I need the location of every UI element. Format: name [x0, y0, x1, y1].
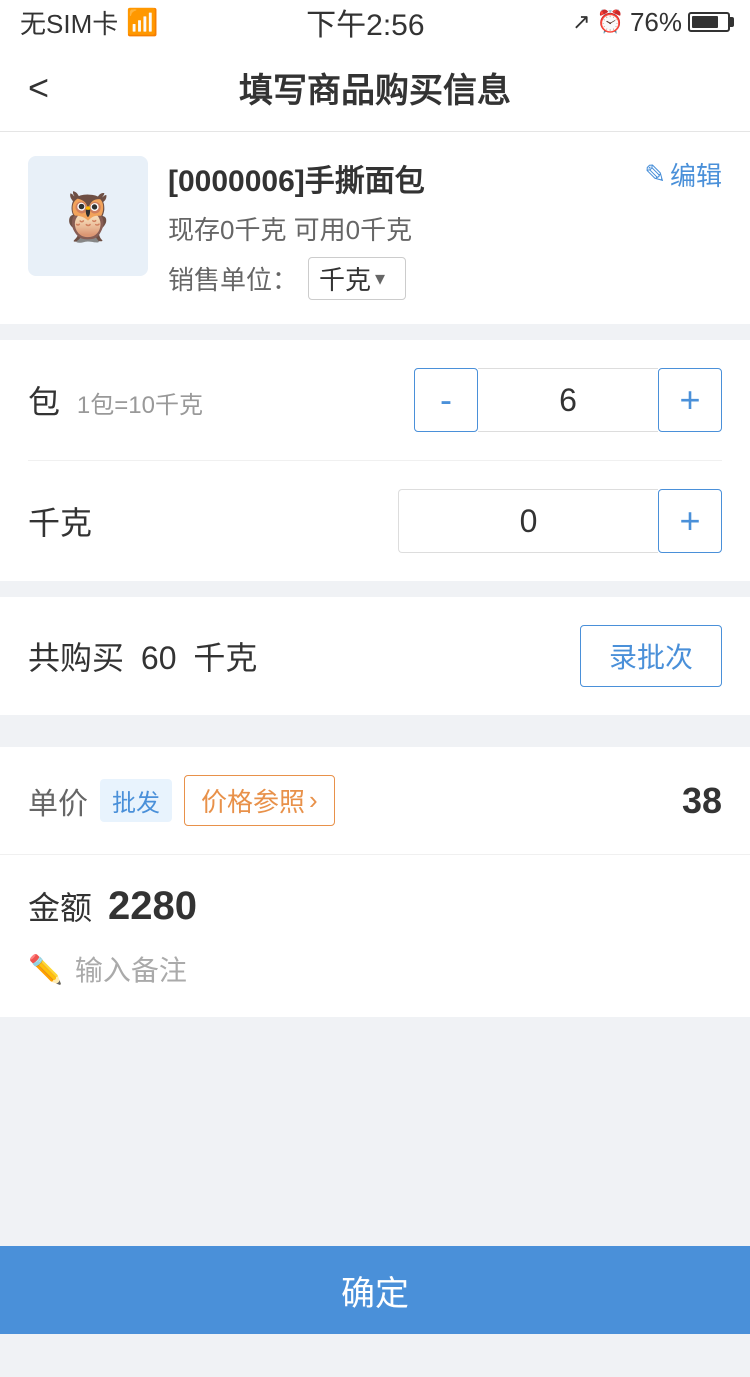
edit-button[interactable]: ✎ 编辑	[644, 156, 722, 193]
wifi-icon: 📶	[126, 7, 158, 38]
product-unit-row: 销售单位： 千克 ▾	[168, 257, 722, 300]
location-icon: ↗	[572, 9, 590, 35]
status-bar: 无SIM卡 📶 下午2:56 ↗ ⏰ 76%	[0, 0, 750, 44]
price-ref-label: 价格参照	[201, 782, 305, 819]
price-section: 单价 批发 价格参照 › 38	[0, 747, 750, 854]
bao-plus-button[interactable]: +	[658, 368, 722, 432]
amount-value: 2280	[108, 884, 197, 929]
status-left: 无SIM卡 📶	[20, 4, 159, 41]
amount-row: 金额 2280	[28, 883, 722, 929]
product-logo-icon: 🦉	[58, 188, 118, 245]
kg-input[interactable]	[398, 489, 658, 553]
page-title: 填写商品购买信息	[239, 63, 511, 112]
remark-placeholder: 输入备注	[75, 949, 187, 989]
amount-label: 金额	[28, 883, 92, 929]
unit-label: 销售单位：	[168, 260, 298, 297]
unit-select[interactable]: 千克 ▾	[308, 257, 406, 300]
status-time: 下午2:56	[306, 0, 424, 44]
bao-controls: - +	[414, 368, 722, 432]
product-card: 🦉 [0000006]手撕面包 ✎ 编辑 现存0千克 可用0千克 销售单位： 千…	[0, 132, 750, 324]
quantity-section: 包 1包=10千克 - + 千克 +	[0, 340, 750, 581]
remark-row[interactable]: ✏️ 输入备注	[28, 949, 722, 989]
carrier-text: 无SIM卡	[20, 4, 118, 41]
bao-label: 包 1包=10千克	[28, 377, 414, 423]
summary-text: 共购买 60 千克	[28, 633, 257, 679]
kg-label: 千克	[28, 498, 398, 544]
edit-icon: ✎	[644, 159, 666, 190]
product-name: [0000006]手撕面包	[168, 156, 425, 200]
price-type-tag: 批发	[100, 779, 172, 822]
product-stock: 现存0千克 可用0千克	[168, 210, 722, 247]
back-button[interactable]: <	[28, 67, 49, 109]
summary-prefix: 共购买	[28, 640, 124, 676]
kg-quantity-row: 千克 +	[28, 461, 722, 581]
batch-button[interactable]: 录批次	[580, 625, 722, 687]
battery-icon	[688, 12, 730, 32]
nav-bar: < 填写商品购买信息	[0, 44, 750, 132]
summary-unit: 千克	[193, 640, 257, 676]
price-value: 38	[682, 780, 722, 822]
price-ref-arrow-icon: ›	[309, 785, 318, 816]
bao-input[interactable]	[478, 368, 658, 432]
price-label: 单价	[28, 779, 88, 823]
status-right: ↗ ⏰ 76%	[572, 7, 730, 38]
kg-plus-button[interactable]: +	[658, 489, 722, 553]
price-row: 单价 批发 价格参照 › 38	[28, 775, 722, 826]
product-info: [0000006]手撕面包 ✎ 编辑 现存0千克 可用0千克 销售单位： 千克 …	[168, 156, 722, 300]
amount-section: 金额 2280 ✏️ 输入备注	[0, 854, 750, 1017]
summary-section: 共购买 60 千克 录批次	[0, 597, 750, 715]
bao-quantity-row: 包 1包=10千克 - +	[28, 340, 722, 461]
alarm-icon: ⏰	[597, 9, 624, 35]
battery-percent: 76%	[630, 7, 682, 38]
unit-value: 千克	[319, 260, 371, 297]
kg-controls: +	[398, 489, 722, 553]
bao-minus-button[interactable]: -	[414, 368, 478, 432]
summary-amount: 60	[141, 640, 177, 676]
pencil-icon: ✏️	[28, 953, 63, 986]
dropdown-icon: ▾	[375, 266, 385, 291]
product-image: 🦉	[28, 156, 148, 276]
price-ref-button[interactable]: 价格参照 ›	[184, 775, 335, 826]
bao-sublabel: 1包=10千克	[77, 392, 203, 419]
confirm-button[interactable]: 确定	[0, 1246, 750, 1334]
edit-label: 编辑	[670, 156, 722, 193]
